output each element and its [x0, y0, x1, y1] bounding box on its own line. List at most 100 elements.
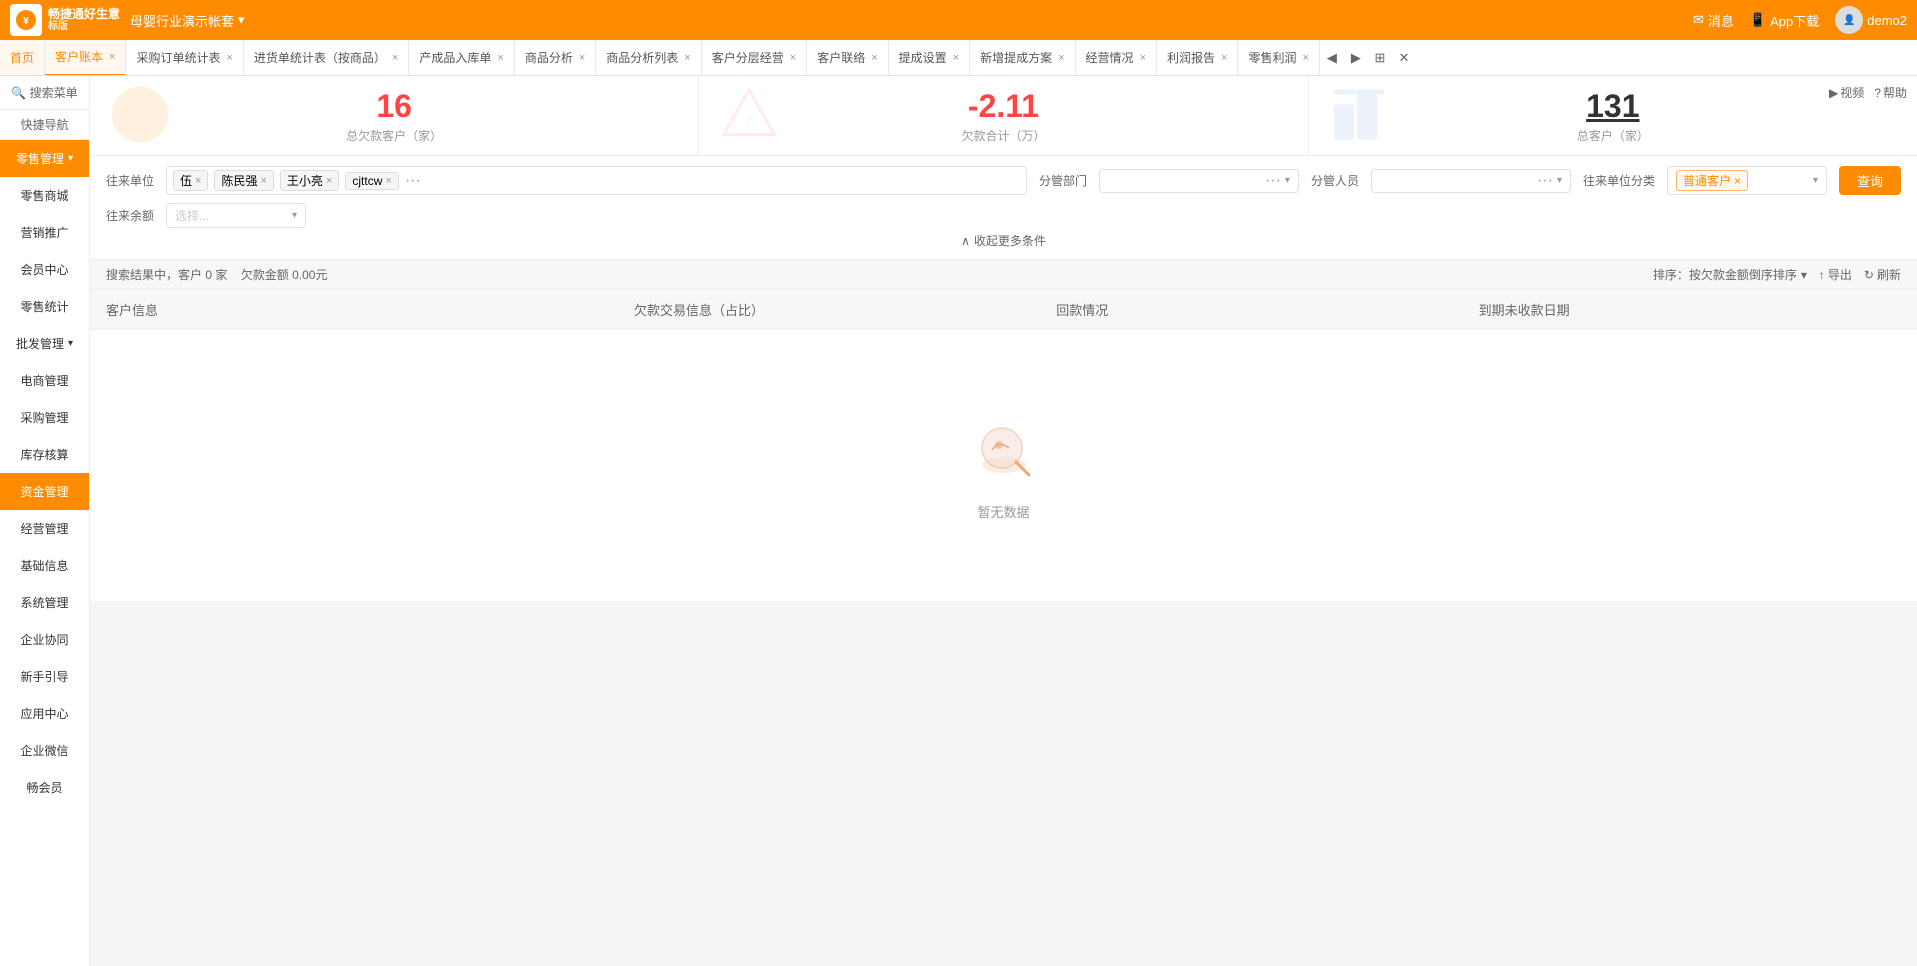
sidebar-item-vip[interactable]: 畅会员 — [0, 769, 89, 806]
tab-retail-profit[interactable]: 零售利润 × — [1238, 40, 1319, 76]
tab-close-customer-layer[interactable]: × — [790, 52, 796, 64]
tab-close-profit[interactable]: × — [1221, 52, 1227, 64]
sidebar-item-system[interactable]: 系统管理 — [0, 584, 89, 621]
tab-goods-analysis[interactable]: 商品分析 × — [515, 40, 596, 76]
collapse-btn[interactable]: ∧ 收起更多条件 — [106, 232, 1901, 249]
app-download-button[interactable]: 📱 App下载 — [1750, 11, 1819, 30]
tab-close-operations[interactable]: × — [1140, 52, 1146, 64]
sidebar-item-member[interactable]: 会员中心 — [0, 251, 89, 288]
guide-label: 新手引导 — [20, 668, 68, 685]
credit-amount-value: -2.11 — [968, 88, 1039, 125]
tab-profit[interactable]: 利润报告 × — [1157, 40, 1238, 76]
tab-close-retail-profit[interactable]: × — [1302, 52, 1308, 64]
tag-chen[interactable]: 陈民强 × — [214, 170, 273, 191]
tab-close-accounts[interactable]: × — [109, 51, 115, 63]
chevron-up-icon: ∧ — [961, 234, 970, 248]
tab-close-contact[interactable]: × — [871, 52, 877, 64]
tag-wu-close[interactable]: × — [195, 175, 201, 187]
tab-customer-layer[interactable]: 客户分层经营 × — [702, 40, 807, 76]
tab-goods-analysis-list[interactable]: 商品分析列表 × — [596, 40, 701, 76]
tab-close-production[interactable]: × — [497, 52, 503, 64]
sidebar-item-marketing[interactable]: 营销推广 — [0, 214, 89, 251]
sort-selector[interactable]: 排序：按欠款金额倒序排序 ▾ — [1653, 266, 1807, 283]
tabs-menu-btn[interactable]: ⊞ — [1368, 40, 1392, 76]
tag-cjttcw[interactable]: cjttcw × — [345, 172, 398, 190]
tab-customer-contact[interactable]: 客户联络 × — [807, 40, 888, 76]
sidebar-item-ecommerce[interactable]: 电商管理 — [0, 362, 89, 399]
tab-production[interactable]: 产成品入库单 × — [409, 40, 514, 76]
balance-filter-select[interactable]: 选择... ▾ — [166, 203, 306, 228]
tab-new-commission[interactable]: 新增提成方案 × — [970, 40, 1075, 76]
tag-wang[interactable]: 王小亮 × — [280, 170, 339, 191]
filter-area: 往来单位 伍 × 陈民强 × 王小亮 — [90, 156, 1917, 260]
wholesale-label: 批发管理 — [16, 335, 64, 352]
tab-close-analysis[interactable]: × — [579, 52, 585, 64]
tag-cjttcw-close[interactable]: × — [385, 175, 391, 187]
empty-label: 暂无数据 — [977, 502, 1029, 521]
sidebar-search[interactable]: 🔍 搜索菜单 — [0, 76, 89, 110]
tab-close-goods[interactable]: × — [392, 52, 398, 64]
export-button[interactable]: ↑ 导出 — [1819, 266, 1852, 283]
unit-type-tag[interactable]: 普通客户 × — [1676, 170, 1748, 191]
dept-more-btn[interactable]: ··· — [1265, 173, 1281, 189]
tab-close-commission[interactable]: × — [953, 52, 959, 64]
unit-type-close[interactable]: × — [1734, 174, 1741, 188]
tab-close-purchase[interactable]: × — [226, 52, 232, 64]
sidebar-item-enterprise[interactable]: 企业协同 — [0, 621, 89, 658]
sidebar-item-inventory[interactable]: 库存核算 — [0, 436, 89, 473]
svg-text:¥: ¥ — [23, 16, 29, 27]
tabs-bar: 首页 客户账本 × 采购订单统计表 × 进货单统计表（按商品） × 产成品入库单… — [0, 40, 1917, 76]
sidebar-item-wholesale[interactable]: 批发管理 ▾ — [0, 325, 89, 362]
tag-wu[interactable]: 伍 × — [173, 170, 208, 191]
account-name: 母婴行业演示帐套 — [130, 11, 234, 30]
sidebar-item-guide[interactable]: 新手引导 — [0, 658, 89, 695]
person-filter-select[interactable]: ··· ▾ — [1371, 169, 1571, 193]
result-prefix: 搜索结果中，客户 — [106, 268, 202, 282]
person-chevron: ▾ — [1557, 175, 1562, 186]
query-button[interactable]: 查询 — [1839, 166, 1901, 195]
table-header: 客户信息 欠款交易信息（占比） 回款情况 到期未收款日期 — [90, 290, 1917, 330]
tabs-prev-btn[interactable]: ◀ — [1320, 40, 1344, 76]
logo: ¥ 畅捷通好生意 标版 — [10, 4, 120, 36]
sidebar-item-retail[interactable]: 零售管理 ▾ — [0, 140, 89, 177]
sidebar-item-apps[interactable]: 应用中心 — [0, 695, 89, 732]
refresh-button[interactable]: ↻ 刷新 — [1864, 266, 1901, 283]
help-link[interactable]: ? 帮助 — [1874, 84, 1907, 101]
video-link[interactable]: ▶ 视频 — [1829, 84, 1864, 101]
tabs-close-btn[interactable]: ✕ — [1392, 40, 1416, 76]
tab-goods-stat[interactable]: 进货单统计表（按商品） × — [244, 40, 409, 76]
sidebar-item-retail-stat[interactable]: 零售统计 — [0, 288, 89, 325]
tab-purchase-order-label: 采购订单统计表 — [136, 49, 220, 66]
message-button[interactable]: ✉ 消息 — [1693, 11, 1734, 30]
user-menu[interactable]: 👤 demo2 — [1835, 6, 1907, 34]
app-download-label: App下载 — [1770, 11, 1819, 30]
export-icon: ↑ — [1819, 268, 1825, 282]
unit-filter-input[interactable]: 伍 × 陈民强 × 王小亮 × — [166, 166, 1027, 195]
sidebar-item-basic-info[interactable]: 基础信息 — [0, 547, 89, 584]
tab-purchase-order[interactable]: 采购订单统计表 × — [126, 40, 243, 76]
unit-type-filter-select[interactable]: 普通客户 × ▾ — [1667, 166, 1827, 195]
sidebar-item-purchase[interactable]: 采购管理 — [0, 399, 89, 436]
dept-filter-select[interactable]: ··· ▾ — [1099, 169, 1299, 193]
sidebar-item-wecom[interactable]: 企业微信 — [0, 732, 89, 769]
system-label: 系统管理 — [20, 594, 68, 611]
tabs-next-btn[interactable]: ▶ — [1344, 40, 1368, 76]
sidebar-quick-nav[interactable]: 快捷导航 — [0, 110, 89, 140]
tag-wang-close[interactable]: × — [326, 175, 332, 187]
sidebar-item-finance[interactable]: 资金管理 — [0, 473, 89, 510]
purchase-label: 采购管理 — [20, 409, 68, 426]
tab-operations[interactable]: 经营情况 × — [1076, 40, 1157, 76]
tab-close-analysis-list[interactable]: × — [684, 52, 690, 64]
account-selector[interactable]: 母婴行业演示帐套 ▾ — [130, 11, 245, 30]
sidebar-item-operations[interactable]: 经营管理 — [0, 510, 89, 547]
tab-accounts[interactable]: 客户账本 × — [45, 40, 126, 76]
tab-customer-contact-label: 客户联络 — [817, 49, 865, 66]
sidebar-item-retail-mall[interactable]: 零售商城 — [0, 177, 89, 214]
tag-chen-close[interactable]: × — [260, 175, 266, 187]
tab-home[interactable]: 首页 — [0, 40, 45, 76]
person-more-btn[interactable]: ··· — [1537, 173, 1553, 189]
tab-commission-settings[interactable]: 提成设置 × — [889, 40, 970, 76]
tab-close-new-commission[interactable]: × — [1058, 52, 1064, 64]
more-tags-btn[interactable]: ··· — [405, 173, 421, 189]
balance-chevron: ▾ — [292, 210, 297, 221]
